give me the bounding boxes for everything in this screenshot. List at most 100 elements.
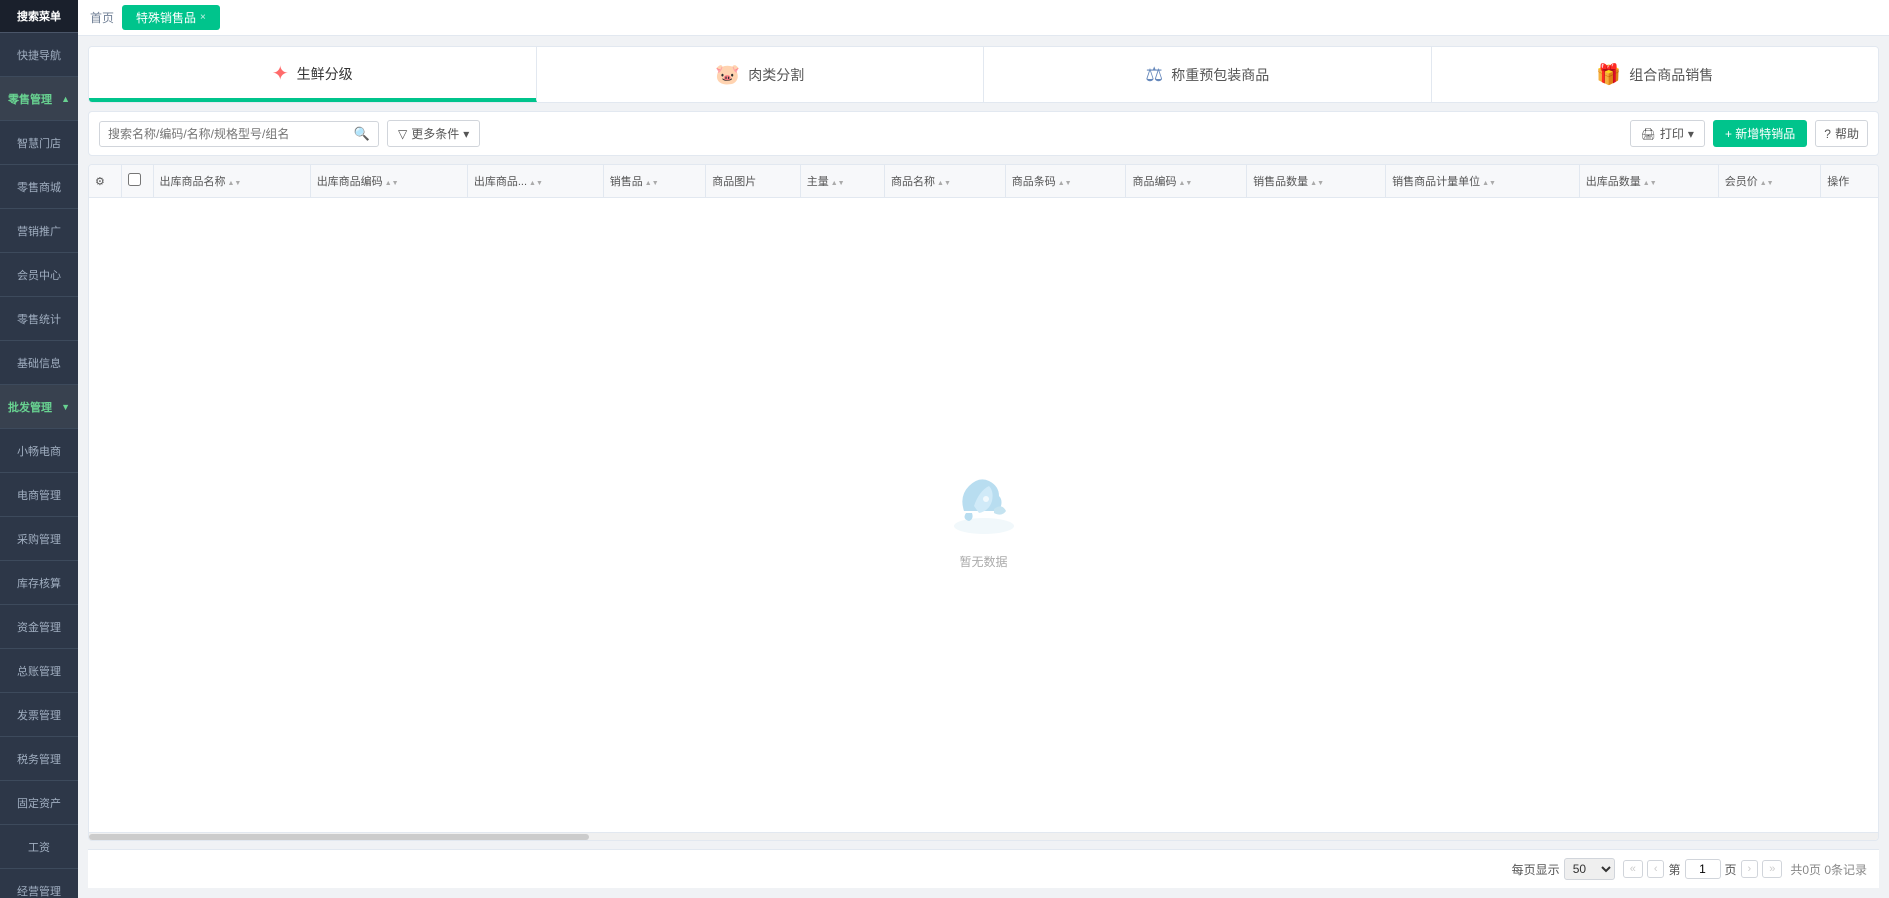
sidebar-item-salary[interactable]: 工资: [0, 825, 78, 869]
sidebar-item-retail-stats[interactable]: 零售统计: [0, 297, 78, 341]
search-input[interactable]: [108, 127, 350, 141]
weigh-tab-icon: ⚖: [1145, 62, 1163, 87]
horizontal-scrollbar[interactable]: [89, 832, 1878, 840]
print-arrow-icon: ▾: [1688, 127, 1694, 141]
th-out-qty[interactable]: 出库品数量▲▼: [1579, 165, 1718, 198]
print-button[interactable]: 🖨 打印 ▾: [1630, 120, 1705, 147]
help-label: 帮助: [1835, 125, 1859, 142]
th-barcode[interactable]: 商品条码▲▼: [1005, 165, 1126, 198]
page-size-selector: 每页显示 10 20 50 100: [1512, 858, 1615, 880]
th-weight[interactable]: 主量▲▼: [800, 165, 884, 198]
last-page-button[interactable]: »: [1762, 860, 1782, 878]
toolbar: 🔍 ▽ 更多条件 ▾ 🖨 打印 ▾ + 新增特销品 ? 帮助: [88, 111, 1879, 156]
fresh-tab-icon: ✦: [272, 61, 289, 86]
sidebar-item-ecommerce[interactable]: 电商管理: [0, 473, 78, 517]
search-icon[interactable]: 🔍: [354, 126, 370, 142]
first-page-button[interactable]: «: [1623, 860, 1643, 878]
filter-icon: ▽: [398, 127, 407, 141]
sidebar-item-finance[interactable]: 资金管理: [0, 605, 78, 649]
th-out-spec[interactable]: 出库商品...▲▼: [467, 165, 603, 198]
filter-arrow-icon: ▾: [463, 127, 469, 141]
topbar-home-link[interactable]: 首页: [90, 9, 114, 26]
sidebar-item-member-center[interactable]: 会员中心: [0, 253, 78, 297]
sidebar-section-wholesale-label: 批发管理: [8, 399, 61, 415]
topbar: 首页 特殊销售品 ×: [78, 0, 1889, 36]
th-out-name[interactable]: 出库商品名称▲▼: [153, 165, 310, 198]
search-box[interactable]: 🔍: [99, 121, 379, 147]
cat-tab-weigh[interactable]: ⚖ 称重预包装商品: [984, 47, 1432, 102]
add-special-product-button[interactable]: + 新增特销品: [1713, 120, 1807, 147]
category-tabs: ✦ 生鲜分级 🐷 肉类分割 ⚖ 称重预包装商品 🎁 组合商品销售: [88, 46, 1879, 103]
filter-button[interactable]: ▽ 更多条件 ▾: [387, 120, 480, 147]
combo-tab-icon: 🎁: [1596, 62, 1621, 87]
sidebar: 搜索菜单 快捷导航 零售管理 ▲ 智慧门店 零售商城 营销推广 会员中心 零售统…: [0, 0, 78, 898]
help-icon: ?: [1824, 127, 1831, 141]
empty-text: 暂无数据: [959, 553, 1007, 570]
th-sale-item[interactable]: 销售品▲▼: [603, 165, 706, 198]
empty-state: 暂无数据: [89, 198, 1878, 832]
per-page-label: 每页显示: [1512, 861, 1560, 878]
empty-icon: [944, 461, 1024, 541]
sidebar-item-basic-info-retail[interactable]: 基础信息: [0, 341, 78, 385]
sidebar-item-quick-nav[interactable]: 快捷导航: [0, 33, 78, 77]
page-navigation: « ‹ 第 页 › »: [1623, 859, 1783, 879]
sidebar-item-marketing[interactable]: 营销推广: [0, 209, 78, 253]
topbar-tab-label: 特殊销售品: [136, 9, 196, 26]
sidebar-section-retail[interactable]: 零售管理 ▲: [0, 77, 78, 121]
page-label-before: 第: [1668, 861, 1680, 878]
cat-tab-fresh[interactable]: ✦ 生鲜分级: [89, 47, 537, 102]
wholesale-arrow-icon: ▼: [61, 402, 70, 412]
sidebar-item-purchase[interactable]: 采购管理: [0, 517, 78, 561]
th-operation: 操作: [1821, 165, 1878, 198]
th-member-price[interactable]: 会员价▲▼: [1718, 165, 1821, 198]
sidebar-item-business[interactable]: 经营管理: [0, 869, 78, 898]
per-page-select[interactable]: 10 20 50 100: [1564, 858, 1615, 880]
prev-page-button[interactable]: ‹: [1647, 860, 1665, 878]
main-content: 首页 特殊销售品 × ✦ 生鲜分级 🐷 肉类分割 ⚖ 称重预包装商品 🎁 组合商…: [78, 0, 1889, 898]
th-image: 商品图片: [706, 165, 800, 198]
next-page-button[interactable]: ›: [1741, 860, 1759, 878]
data-table: ⚙ 出库商品名称▲▼ 出库商品编码▲▼ 出库商品...▲▼ 销售品▲▼ 商品图片…: [89, 165, 1878, 198]
th-settings[interactable]: ⚙: [89, 165, 121, 198]
cat-tab-meat-label: 肉类分割: [748, 65, 804, 85]
pagination: 每页显示 10 20 50 100 « ‹ 第 页 › » 共0页 0条记录: [88, 849, 1879, 888]
sidebar-item-invoice[interactable]: 发票管理: [0, 693, 78, 737]
sidebar-item-inventory[interactable]: 库存核算: [0, 561, 78, 605]
th-name[interactable]: 商品名称▲▼: [885, 165, 1006, 198]
th-sale-unit[interactable]: 销售商品计量单位▲▼: [1386, 165, 1580, 198]
sidebar-item-retail-mall[interactable]: 零售商城: [0, 165, 78, 209]
th-out-code[interactable]: 出库商品编码▲▼: [310, 165, 467, 198]
sidebar-logo[interactable]: 搜索菜单: [0, 0, 78, 33]
table-header-row: ⚙ 出库商品名称▲▼ 出库商品编码▲▼ 出库商品...▲▼ 销售品▲▼ 商品图片…: [89, 165, 1878, 198]
help-button[interactable]: ? 帮助: [1815, 120, 1868, 147]
scrollbar-thumb[interactable]: [89, 834, 589, 840]
sidebar-item-smart-store[interactable]: 智慧门店: [0, 121, 78, 165]
cat-tab-combo-label: 组合商品销售: [1629, 65, 1713, 85]
th-sale-qty[interactable]: 销售品数量▲▼: [1247, 165, 1386, 198]
select-all-checkbox[interactable]: [128, 173, 141, 186]
print-label: 打印: [1660, 125, 1684, 142]
data-table-wrapper: ⚙ 出库商品名称▲▼ 出库商品编码▲▼ 出库商品...▲▼ 销售品▲▼ 商品图片…: [88, 164, 1879, 841]
page-label-after: 页: [1725, 861, 1737, 878]
page-number-input[interactable]: [1685, 859, 1721, 879]
cat-tab-combo[interactable]: 🎁 组合商品销售: [1432, 47, 1879, 102]
th-checkbox[interactable]: [121, 165, 153, 198]
topbar-active-tab[interactable]: 特殊销售品 ×: [122, 5, 220, 30]
meat-tab-icon: 🐷: [715, 62, 740, 87]
sidebar-item-tax[interactable]: 税务管理: [0, 737, 78, 781]
cat-tab-fresh-label: 生鲜分级: [297, 64, 353, 84]
topbar-tab-close-icon[interactable]: ×: [200, 12, 206, 23]
sidebar-item-ledger[interactable]: 总账管理: [0, 649, 78, 693]
cat-tab-meat[interactable]: 🐷 肉类分割: [537, 47, 985, 102]
content-area: ✦ 生鲜分级 🐷 肉类分割 ⚖ 称重预包装商品 🎁 组合商品销售 🔍: [78, 36, 1889, 898]
print-icon: 🖨: [1641, 127, 1656, 141]
th-edit-code[interactable]: 商品编码▲▼: [1126, 165, 1247, 198]
sidebar-item-small-e[interactable]: 小畅电商: [0, 429, 78, 473]
sidebar-item-fixed-assets[interactable]: 固定资产: [0, 781, 78, 825]
sidebar-section-retail-label: 零售管理: [8, 91, 61, 107]
toolbar-right: 🖨 打印 ▾ + 新增特销品 ? 帮助: [1630, 120, 1868, 147]
retail-arrow-icon: ▲: [61, 94, 70, 104]
sidebar-section-wholesale[interactable]: 批发管理 ▼: [0, 385, 78, 429]
page-total-info: 共0页 0条记录: [1790, 861, 1867, 878]
filter-label: 更多条件: [411, 125, 459, 142]
